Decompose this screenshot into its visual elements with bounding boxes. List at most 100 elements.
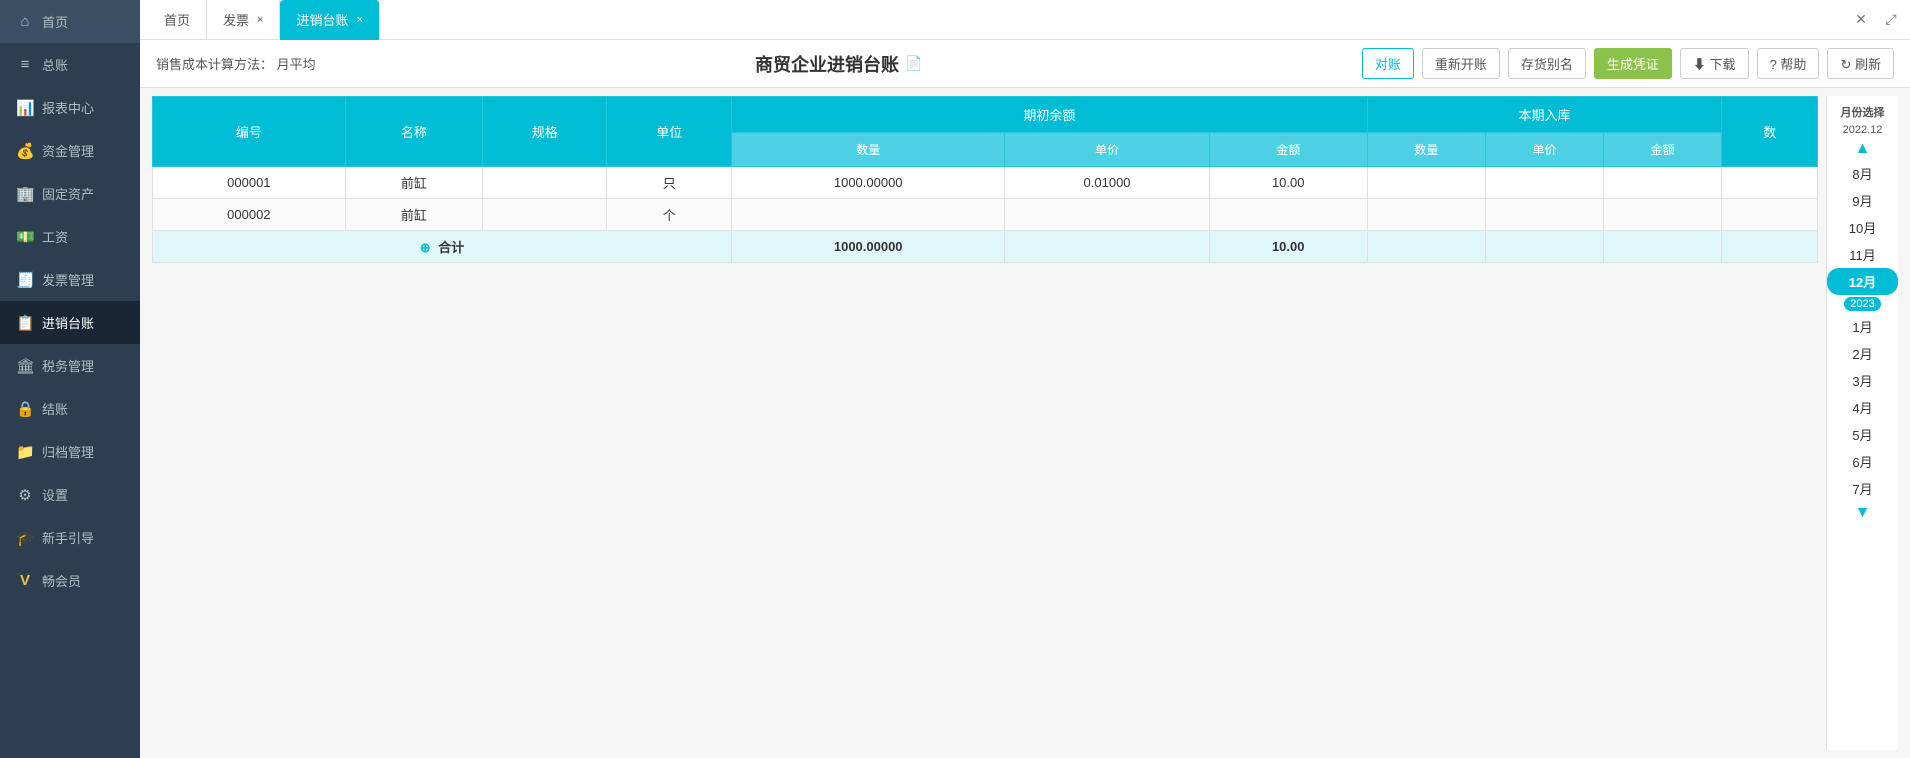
save-alias-button[interactable]: 存货别名: [1508, 48, 1586, 79]
month-item-1[interactable]: 1月: [1827, 313, 1898, 340]
cell-unit: 只: [607, 167, 732, 199]
generate-voucher-button[interactable]: 生成凭证: [1594, 48, 1672, 79]
sidebar-item-invoice-mgmt[interactable]: 🧾 发票管理: [0, 258, 140, 301]
sidebar-item-ledger[interactable]: ≡ 总账: [0, 43, 140, 86]
table-row: 000002 前缸 个: [153, 199, 1818, 231]
sidebar-item-settings[interactable]: ⚙ 设置: [0, 473, 140, 516]
col-opening-amount: 金额: [1209, 133, 1367, 167]
sidebar-item-label: 畅会员: [42, 571, 81, 590]
window-controls: ✕ ⤢: [1850, 9, 1902, 31]
reopen-button[interactable]: 重新开账: [1422, 48, 1500, 79]
sidebar-item-archive[interactable]: 📁 归档管理: [0, 430, 140, 473]
year-2023-badge: 2023: [1844, 297, 1880, 311]
month-item-12[interactable]: 12月: [1827, 268, 1898, 295]
sidebar-item-vip[interactable]: V 畅会员: [0, 559, 140, 602]
table-wrapper: 编号 名称 规格 单位 期初余额 本期入库 数 数量 单价 金额 数: [140, 88, 1910, 758]
month-item-7[interactable]: 7月: [1827, 475, 1898, 502]
cell-opening-amount: 10.00: [1209, 167, 1367, 199]
cell-unit: 个: [607, 199, 732, 231]
home-icon: ⌂: [16, 13, 34, 30]
sidebar-item-label: 资金管理: [42, 141, 94, 160]
cell-in-price: [1485, 199, 1603, 231]
month-picker-panel: 月份选择 2022.12 ▲ 8月 9月 10月 11月 12月 2023 1月…: [1826, 96, 1898, 750]
title-text: 商贸企业进销台账: [755, 51, 899, 77]
cell-in-qty: [1367, 199, 1485, 231]
tab-invoice[interactable]: 发票 ×: [207, 0, 280, 40]
invoice-mgmt-icon: 🧾: [16, 271, 34, 289]
sidebar-item-tax[interactable]: 🏛 税务管理: [0, 344, 140, 387]
tab-home-label: 首页: [164, 10, 190, 29]
cost-method: 销售成本计算方法： 月平均: [156, 54, 316, 73]
cell-opening-qty: 1000.00000: [731, 167, 1004, 199]
tab-purchase-sales-close[interactable]: ×: [356, 14, 362, 26]
total-opening-qty: 1000.00000: [731, 231, 1004, 263]
total-opening-amount: 10.00: [1209, 231, 1367, 263]
total-label: 合计: [438, 240, 464, 255]
sidebar-item-home[interactable]: ⌂ 首页: [0, 0, 140, 43]
salary-icon: 💵: [16, 228, 34, 246]
month-item-10[interactable]: 10月: [1827, 214, 1898, 241]
help-button[interactable]: ? 帮助: [1757, 48, 1820, 79]
sidebar-item-guide[interactable]: 🎓 新手引导: [0, 516, 140, 559]
total-in-price: [1485, 231, 1603, 263]
month-item-6[interactable]: 6月: [1827, 448, 1898, 475]
month-item-11[interactable]: 11月: [1827, 241, 1898, 268]
table-section: 编号 名称 规格 单位 期初余额 本期入库 数 数量 单价 金额 数: [152, 96, 1818, 750]
month-next-button[interactable]: ▼: [1827, 502, 1898, 524]
month-item-4[interactable]: 4月: [1827, 394, 1898, 421]
col-in-price: 单价: [1485, 133, 1603, 167]
sidebar-item-label: 首页: [42, 12, 68, 31]
sidebar-item-report[interactable]: 📊 报表中心: [0, 86, 140, 129]
refresh-button[interactable]: ↻ 刷新: [1827, 48, 1894, 79]
info-bar: 销售成本计算方法： 月平均 商贸企业进销台账 📄 对账 重新开账 存货别名 生成…: [140, 40, 1910, 88]
col-in-amount: 金额: [1604, 133, 1722, 167]
finance-icon: 💰: [16, 142, 34, 160]
month-picker-year-2022: 2022.12: [1843, 124, 1883, 136]
page-title: 商贸企业进销台账 📄: [755, 51, 922, 77]
sidebar-item-finance[interactable]: 💰 资金管理: [0, 129, 140, 172]
cell-in-price: [1485, 167, 1603, 199]
tab-home[interactable]: 首页: [148, 0, 207, 40]
sidebar-item-purchase-sales[interactable]: 📋 进销台账: [0, 301, 140, 344]
month-item-8[interactable]: 8月: [1827, 160, 1898, 187]
close-button[interactable]: ✕: [1850, 9, 1872, 31]
cell-opening-price: [1005, 199, 1209, 231]
settings-icon: ⚙: [16, 486, 34, 504]
report-icon: 📊: [16, 99, 34, 117]
tab-invoice-close[interactable]: ×: [257, 14, 263, 26]
month-prev-button[interactable]: ▲: [1827, 138, 1898, 160]
cell-spec: [482, 167, 607, 199]
col-more: 数: [1722, 97, 1818, 167]
maximize-button[interactable]: ⤢: [1880, 9, 1902, 31]
tab-purchase-sales-label: 进销台账: [296, 10, 348, 29]
tabs-bar: 首页 发票 × 进销台账 × ✕ ⤢: [140, 0, 1910, 40]
cell-more: [1722, 167, 1818, 199]
sidebar-item-closing[interactable]: 🔒 结账: [0, 387, 140, 430]
cost-method-label: 销售成本计算方法：: [156, 57, 273, 72]
month-item-5[interactable]: 5月: [1827, 421, 1898, 448]
month-item-3[interactable]: 3月: [1827, 367, 1898, 394]
month-item-9[interactable]: 9月: [1827, 187, 1898, 214]
cell-opening-price: 0.01000: [1005, 167, 1209, 199]
reconcile-button[interactable]: 对账: [1362, 48, 1414, 79]
cell-spec: [482, 199, 607, 231]
col-unit: 单位: [607, 97, 732, 167]
doc-icon: 📄: [905, 55, 922, 72]
cell-in-amount: [1604, 199, 1722, 231]
month-item-2[interactable]: 2月: [1827, 340, 1898, 367]
col-code: 编号: [153, 97, 346, 167]
tax-icon: 🏛: [16, 357, 34, 375]
download-button[interactable]: ⬇ 下载: [1680, 48, 1749, 79]
sidebar-item-assets[interactable]: 🏢 固定资产: [0, 172, 140, 215]
tab-purchase-sales[interactable]: 进销台账 ×: [280, 0, 379, 40]
sidebar-item-salary[interactable]: 💵 工资: [0, 215, 140, 258]
archive-icon: 📁: [16, 443, 34, 461]
col-name: 名称: [345, 97, 482, 167]
month-picker-title: 月份选择: [1841, 100, 1885, 124]
total-icon: ⊕: [420, 240, 431, 255]
total-in-qty: [1367, 231, 1485, 263]
cell-code: 000001: [153, 167, 346, 199]
ledger-icon: ≡: [16, 56, 34, 73]
action-buttons: 对账 重新开账 存货别名 生成凭证 ⬇ 下载 ? 帮助 ↻ 刷新: [1362, 48, 1894, 79]
total-row: ⊕ 合计 1000.00000 10.00: [153, 231, 1818, 263]
